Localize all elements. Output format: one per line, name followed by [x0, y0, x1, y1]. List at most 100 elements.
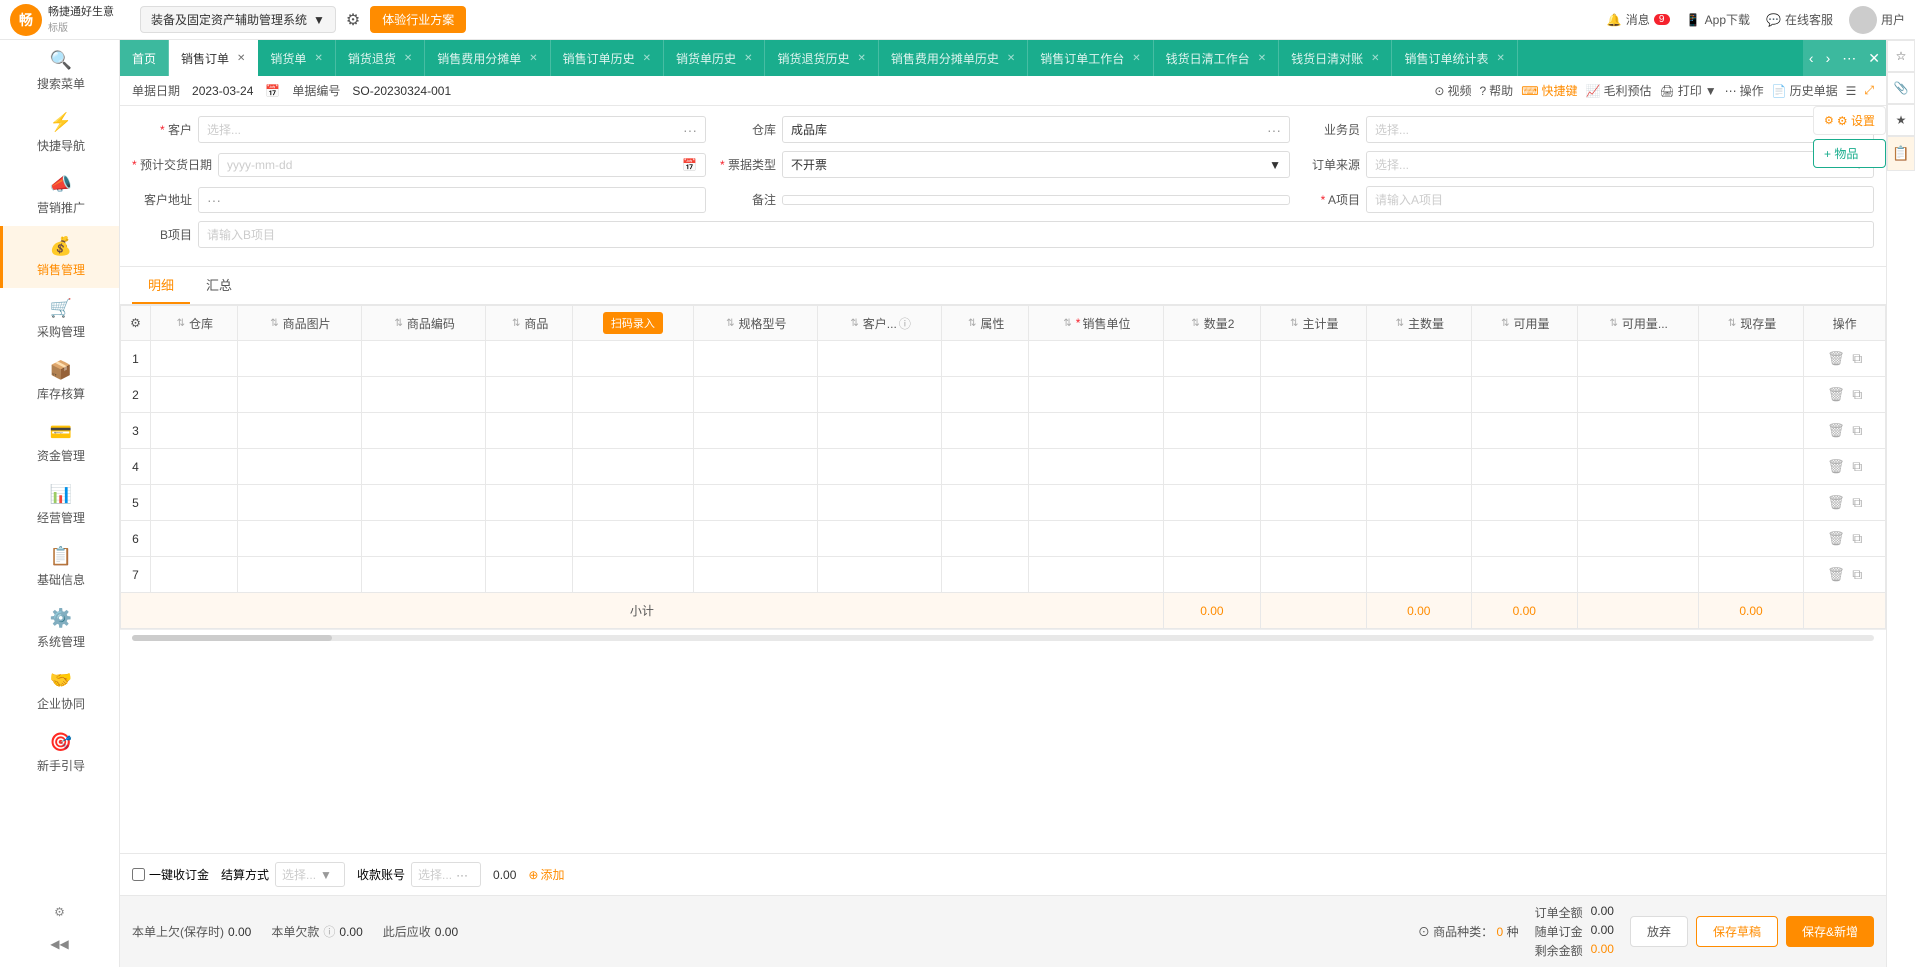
industry-solution-button[interactable]: 体验行业方案: [370, 6, 466, 33]
tab-daily-clear[interactable]: 钱货日清工作台 ✕: [1154, 40, 1279, 76]
row-5-measure[interactable]: [1260, 485, 1366, 521]
sidebar-item-marketing[interactable]: 📣 营销推广: [0, 164, 119, 226]
row-7-customer[interactable]: [817, 557, 941, 593]
help-button[interactable]: ? 帮助: [1479, 82, 1513, 99]
row-1-stock[interactable]: [1698, 341, 1804, 377]
tab-nav-menu[interactable]: ⋯: [1836, 40, 1862, 76]
row-3-avail[interactable]: [1472, 413, 1578, 449]
tab-sales-order[interactable]: 销售订单 ✕: [169, 40, 258, 76]
tab-daily-reconcile-close[interactable]: ✕: [1371, 53, 1379, 64]
row-2-qty2[interactable]: [1163, 377, 1260, 413]
row-5-img[interactable]: [237, 485, 361, 521]
row-6-mainqty[interactable]: [1366, 521, 1472, 557]
row-5-customer[interactable]: [817, 485, 941, 521]
row-1-warehouse[interactable]: [151, 341, 238, 377]
sidebar-item-quicknav[interactable]: ⚡ 快捷导航: [0, 102, 119, 164]
row-6-copy-icon[interactable]: ⧉: [1850, 530, 1864, 546]
row-3-warehouse[interactable]: [151, 413, 238, 449]
row-4-avail2[interactable]: [1577, 449, 1698, 485]
tab-return-history[interactable]: 销货退货历史 ✕: [765, 40, 878, 76]
row-4-attr[interactable]: [942, 449, 1029, 485]
invoice-input[interactable]: 不开票 ▼: [782, 151, 1290, 178]
payment-method-select[interactable]: 选择... ▼: [275, 862, 345, 887]
profit-button[interactable]: 📈 毛利预估: [1586, 82, 1652, 99]
row-2-attr[interactable]: [942, 377, 1029, 413]
tab-daily-clear-close[interactable]: ✕: [1258, 53, 1266, 64]
row-6-img[interactable]: [237, 521, 361, 557]
row-7-code[interactable]: [362, 557, 486, 593]
save-new-button[interactable]: 保存&新增: [1786, 916, 1874, 947]
tab-expense-history-close[interactable]: ✕: [1007, 53, 1015, 64]
right-float-btn-2[interactable]: 📎: [1887, 72, 1915, 104]
sidebar-item-finance[interactable]: 💳 资金管理: [0, 412, 119, 474]
scan-button[interactable]: 扫码录入: [603, 312, 663, 334]
user-avatar[interactable]: 用户: [1849, 6, 1905, 34]
row-4-customer[interactable]: [817, 449, 941, 485]
row-6-delete-icon[interactable]: 🗑: [1825, 530, 1847, 546]
shortcut-button[interactable]: ⌨ 快捷键: [1521, 82, 1577, 99]
row-6-scan[interactable]: [573, 521, 694, 557]
row-5-spec[interactable]: [693, 485, 817, 521]
tab-sales-history-close[interactable]: ✕: [744, 53, 752, 64]
row-6-code[interactable]: [362, 521, 486, 557]
row-5-attr[interactable]: [942, 485, 1029, 521]
row-5-mainqty[interactable]: [1366, 485, 1472, 521]
row-5-unit[interactable]: [1029, 485, 1164, 521]
tab-sales-return[interactable]: 销货单 ✕: [258, 40, 335, 76]
row-2-measure[interactable]: [1260, 377, 1366, 413]
row-4-img[interactable]: [237, 449, 361, 485]
tab-stats-close[interactable]: ✕: [1497, 53, 1505, 64]
tab-order-workbench-close[interactable]: ✕: [1132, 53, 1140, 64]
th-settings[interactable]: ⚙: [121, 306, 151, 341]
row-2-code[interactable]: [362, 377, 486, 413]
row-4-measure[interactable]: [1260, 449, 1366, 485]
row-1-attr[interactable]: [942, 341, 1029, 377]
row-6-warehouse[interactable]: [151, 521, 238, 557]
action-button[interactable]: ⋯ 操作: [1725, 82, 1764, 99]
tab-nav-next[interactable]: ›: [1820, 40, 1837, 76]
row-7-copy-icon[interactable]: ⧉: [1850, 566, 1864, 582]
row-7-mainqty[interactable]: [1366, 557, 1472, 593]
calendar-icon[interactable]: 📅: [265, 84, 280, 98]
row-3-measure[interactable]: [1260, 413, 1366, 449]
sidebar-item-search[interactable]: 🔍 搜索菜单: [0, 40, 119, 102]
salesperson-input[interactable]: 选择... ···: [1366, 116, 1874, 143]
horizontal-scrollbar[interactable]: [120, 629, 1886, 645]
quick-order-checkbox[interactable]: [132, 868, 145, 881]
tab-return-goods[interactable]: 销货退货 ✕: [336, 40, 425, 76]
sidebar-item-system[interactable]: ⚙️ 系统管理: [0, 598, 119, 660]
row-6-avail[interactable]: [1472, 521, 1578, 557]
row-3-delete-icon[interactable]: 🗑: [1825, 422, 1847, 438]
row-5-avail2[interactable]: [1577, 485, 1698, 521]
row-3-mainqty[interactable]: [1366, 413, 1472, 449]
row-5-delete-icon[interactable]: 🗑: [1825, 494, 1847, 510]
row-2-unit[interactable]: [1029, 377, 1164, 413]
row-1-copy-icon[interactable]: ⧉: [1850, 350, 1864, 366]
row-1-delete-icon[interactable]: 🗑: [1825, 350, 1847, 366]
order-source-input[interactable]: 选择... ▼: [1366, 151, 1874, 178]
receipt-account-select[interactable]: 选择... ···: [411, 862, 481, 887]
row-2-avail2[interactable]: [1577, 377, 1698, 413]
tab-home[interactable]: 首页: [120, 40, 169, 76]
row-6-avail2[interactable]: [1577, 521, 1698, 557]
row-6-stock[interactable]: [1698, 521, 1804, 557]
row-7-avail2[interactable]: [1577, 557, 1698, 593]
row-2-customer[interactable]: [817, 377, 941, 413]
row-4-avail[interactable]: [1472, 449, 1578, 485]
row-4-product[interactable]: [486, 449, 573, 485]
goods-float-button[interactable]: + 物品: [1813, 139, 1886, 168]
row-2-scan[interactable]: [573, 377, 694, 413]
row-3-qty2[interactable]: [1163, 413, 1260, 449]
row-6-qty2[interactable]: [1163, 521, 1260, 557]
row-6-product[interactable]: [486, 521, 573, 557]
settings-float-button[interactable]: ⚙ ⚙ 设置: [1813, 106, 1886, 135]
discard-button[interactable]: 放弃: [1630, 916, 1688, 947]
sidebar-item-inventory[interactable]: 📦 库存核算: [0, 350, 119, 412]
row-7-spec[interactable]: [693, 557, 817, 593]
row-3-product[interactable]: [486, 413, 573, 449]
tab-nav-close[interactable]: ✕: [1862, 40, 1886, 76]
row-4-stock[interactable]: [1698, 449, 1804, 485]
history-button[interactable]: 📄 历史单据: [1772, 82, 1838, 99]
row-4-delete-icon[interactable]: 🗑: [1825, 458, 1847, 474]
row-5-avail[interactable]: [1472, 485, 1578, 521]
